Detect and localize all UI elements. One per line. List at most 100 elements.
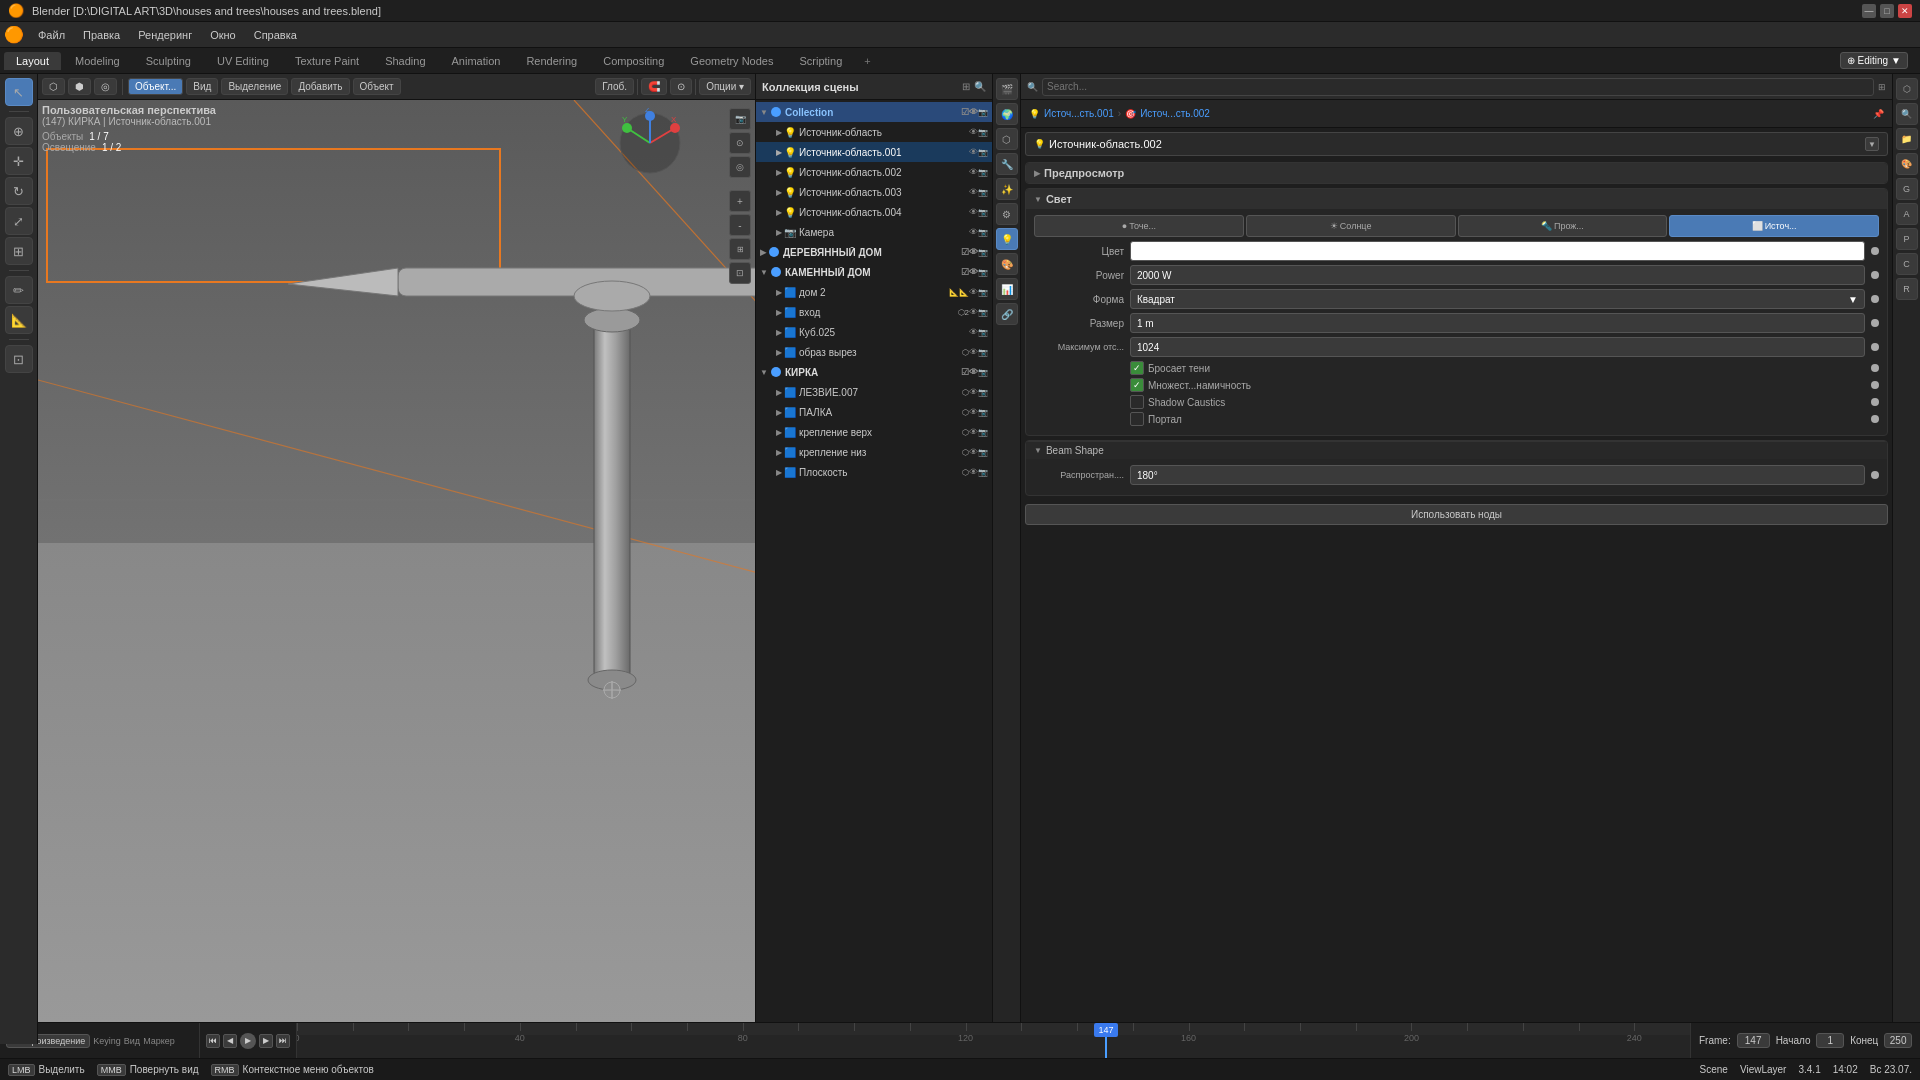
- light-type-sun[interactable]: ☀ Солнце: [1246, 215, 1456, 237]
- viewport-options[interactable]: Опции ▾: [699, 78, 751, 95]
- breadcrumb-2[interactable]: Источ...сть.002: [1140, 108, 1210, 119]
- prop-tab-object[interactable]: ⬡: [996, 128, 1018, 150]
- start-frame-input[interactable]: 1: [1816, 1033, 1844, 1048]
- tab-layout[interactable]: Layout: [4, 52, 61, 70]
- size-value[interactable]: 1 m: [1130, 313, 1865, 333]
- viewport-shading-solid[interactable]: ⬡: [42, 78, 65, 95]
- tool-rotate[interactable]: ↻: [5, 177, 33, 205]
- tool-transform[interactable]: ⊞: [5, 237, 33, 265]
- snap-toggle[interactable]: 🧲: [641, 78, 667, 95]
- beam-header[interactable]: ▼ Beam Shape: [1026, 441, 1887, 459]
- item-render-1[interactable]: 📷: [978, 148, 988, 157]
- zoom-in-icon[interactable]: +: [729, 190, 751, 212]
- outliner-lezv007[interactable]: ▶ 🟦 ЛЕЗВИЕ.007 ⬡ 👁 📷: [756, 382, 992, 402]
- timeline-tab-keying[interactable]: Keying: [93, 1036, 121, 1046]
- jump-start-btn[interactable]: ⏮: [206, 1034, 220, 1048]
- mode-selector[interactable]: ⊕ Editing ▼: [1840, 52, 1908, 69]
- outliner-wooden-house[interactable]: ▶ ДЕРЕВЯННЫЙ ДОМ ☑ 👁 📷: [756, 242, 992, 262]
- maximize-button[interactable]: □: [1880, 4, 1894, 18]
- outliner-item-camera[interactable]: ▶ 📷 Камера 👁 📷: [756, 222, 992, 242]
- playhead[interactable]: 147: [1105, 1023, 1107, 1058]
- tab-animation[interactable]: Animation: [440, 52, 513, 70]
- edge-icon-2[interactable]: 🔍: [1896, 103, 1918, 125]
- prop-tab-constraints[interactable]: 🔗: [996, 303, 1018, 325]
- view-menu[interactable]: Вид: [186, 78, 218, 95]
- max-keyframe-dot[interactable]: [1871, 343, 1879, 351]
- section-light-header[interactable]: ▼ Свет: [1026, 189, 1887, 209]
- multi-checkbox[interactable]: ✓: [1130, 378, 1144, 392]
- col-checkbox[interactable]: ☑: [961, 107, 969, 117]
- outliner-item-1[interactable]: ▶ 💡 Источник-область.001 👁 📷: [756, 142, 992, 162]
- play-btn[interactable]: ▶: [240, 1033, 256, 1049]
- add-menu[interactable]: Добавить: [291, 78, 349, 95]
- prop-tab-material[interactable]: 🎨: [996, 253, 1018, 275]
- outliner-stone-house[interactable]: ▼ КАМЕННЫЙ ДОМ ☑ 👁 📷: [756, 262, 992, 282]
- item-eye-4[interactable]: 👁: [969, 207, 978, 217]
- size-keyframe-dot[interactable]: [1871, 319, 1879, 327]
- end-frame-input[interactable]: 250: [1884, 1033, 1912, 1048]
- color-keyframe-dot[interactable]: [1871, 247, 1879, 255]
- tab-compositing[interactable]: Compositing: [591, 52, 676, 70]
- tool-move[interactable]: ✛: [5, 147, 33, 175]
- multi-keyframe-dot[interactable]: [1871, 381, 1879, 389]
- tab-texture-paint[interactable]: Texture Paint: [283, 52, 371, 70]
- prop-tab-particles[interactable]: ✨: [996, 178, 1018, 200]
- menu-help[interactable]: Справка: [246, 27, 305, 43]
- spread-value[interactable]: 180°: [1130, 465, 1865, 485]
- navigation-gizmo[interactable]: X Y Z: [615, 108, 685, 178]
- edge-icon-9[interactable]: R: [1896, 278, 1918, 300]
- outliner-obraz[interactable]: ▶ 🟦 образ вырез ⬡ 👁 📷: [756, 342, 992, 362]
- prop-pin-icon[interactable]: 📌: [1873, 108, 1884, 119]
- tool-annotate[interactable]: ✏: [5, 276, 33, 304]
- transform-global[interactable]: Глоб.: [595, 78, 634, 95]
- timeline-tab-marker[interactable]: Маркер: [143, 1036, 175, 1046]
- outliner-dom2[interactable]: ▶ 🟦 дом 2 📐 📐 👁 📷: [756, 282, 992, 302]
- color-value[interactable]: [1130, 241, 1865, 261]
- tool-scale[interactable]: ⤢: [5, 207, 33, 235]
- shape-keyframe-dot[interactable]: [1871, 295, 1879, 303]
- obj-name-dropdown[interactable]: ▼: [1865, 137, 1879, 151]
- tab-rendering[interactable]: Rendering: [514, 52, 589, 70]
- camera-eye[interactable]: 👁: [969, 227, 978, 237]
- col-render[interactable]: 📷: [978, 108, 988, 117]
- prop-header-search-icon[interactable]: 🔍: [1027, 82, 1038, 92]
- outliner-filter-icon[interactable]: ⊞: [962, 81, 970, 92]
- outliner-kirka[interactable]: ▼ КИРКА ☑ 👁 📷: [756, 362, 992, 382]
- tab-modeling[interactable]: Modeling: [63, 52, 132, 70]
- outliner-kub025[interactable]: ▶ 🟦 Куб.025 👁 📷: [756, 322, 992, 342]
- outliner-vkhod[interactable]: ▶ 🟦 вход ⬡ 2 👁 📷: [756, 302, 992, 322]
- viewport-shading-rendered[interactable]: ◎: [94, 78, 117, 95]
- outliner-item-0[interactable]: ▶ 💡 Источник-область 👁 📷: [756, 122, 992, 142]
- edge-icon-4[interactable]: 🎨: [1896, 153, 1918, 175]
- shadow-checkbox[interactable]: ✓: [1130, 361, 1144, 375]
- tool-select[interactable]: ↖: [5, 78, 33, 106]
- prop-tab-data[interactable]: 📊: [996, 278, 1018, 300]
- step-back-btn[interactable]: ◀: [223, 1034, 237, 1048]
- outliner-palka[interactable]: ▶ 🟦 ПАЛКА ⬡ 👁 📷: [756, 402, 992, 422]
- item-eye-1[interactable]: 👁: [969, 147, 978, 157]
- zoom-out-icon[interactable]: -: [729, 214, 751, 236]
- tool-cursor[interactable]: ⊕: [5, 117, 33, 145]
- outliner-krep-bot[interactable]: ▶ 🟦 крепление низ ⬡ 👁 📷: [756, 442, 992, 462]
- step-forward-btn[interactable]: ▶: [259, 1034, 273, 1048]
- timeline-ruler[interactable]: 04080120160200240 147: [297, 1023, 1690, 1058]
- menu-edit[interactable]: Правка: [75, 27, 128, 43]
- outliner-search-icon[interactable]: 🔍: [974, 81, 986, 92]
- breadcrumb-1[interactable]: Источ...сть.001: [1044, 108, 1114, 119]
- caustics-checkbox[interactable]: [1130, 395, 1144, 409]
- edge-icon-7[interactable]: P: [1896, 228, 1918, 250]
- caustics-keyframe-dot[interactable]: [1871, 398, 1879, 406]
- outliner-item-4[interactable]: ▶ 💡 Источник-область.004 👁 📷: [756, 202, 992, 222]
- tool-measure[interactable]: 📐: [5, 306, 33, 334]
- add-workspace-button[interactable]: +: [856, 52, 878, 70]
- outliner-collection-main[interactable]: ▼ Collection ☑ 👁 📷: [756, 102, 992, 122]
- menu-render[interactable]: Рендеринг: [130, 27, 200, 43]
- item-eye-2[interactable]: 👁: [969, 167, 978, 177]
- tab-shading[interactable]: Shading: [373, 52, 437, 70]
- spread-keyframe-dot[interactable]: [1871, 471, 1879, 479]
- prop-tab-world[interactable]: 🌍: [996, 103, 1018, 125]
- portal-keyframe-dot[interactable]: [1871, 415, 1879, 423]
- col-eye[interactable]: 👁: [969, 107, 978, 117]
- tab-sculpting[interactable]: Sculpting: [134, 52, 203, 70]
- select-mode-object[interactable]: Объект...: [128, 78, 183, 95]
